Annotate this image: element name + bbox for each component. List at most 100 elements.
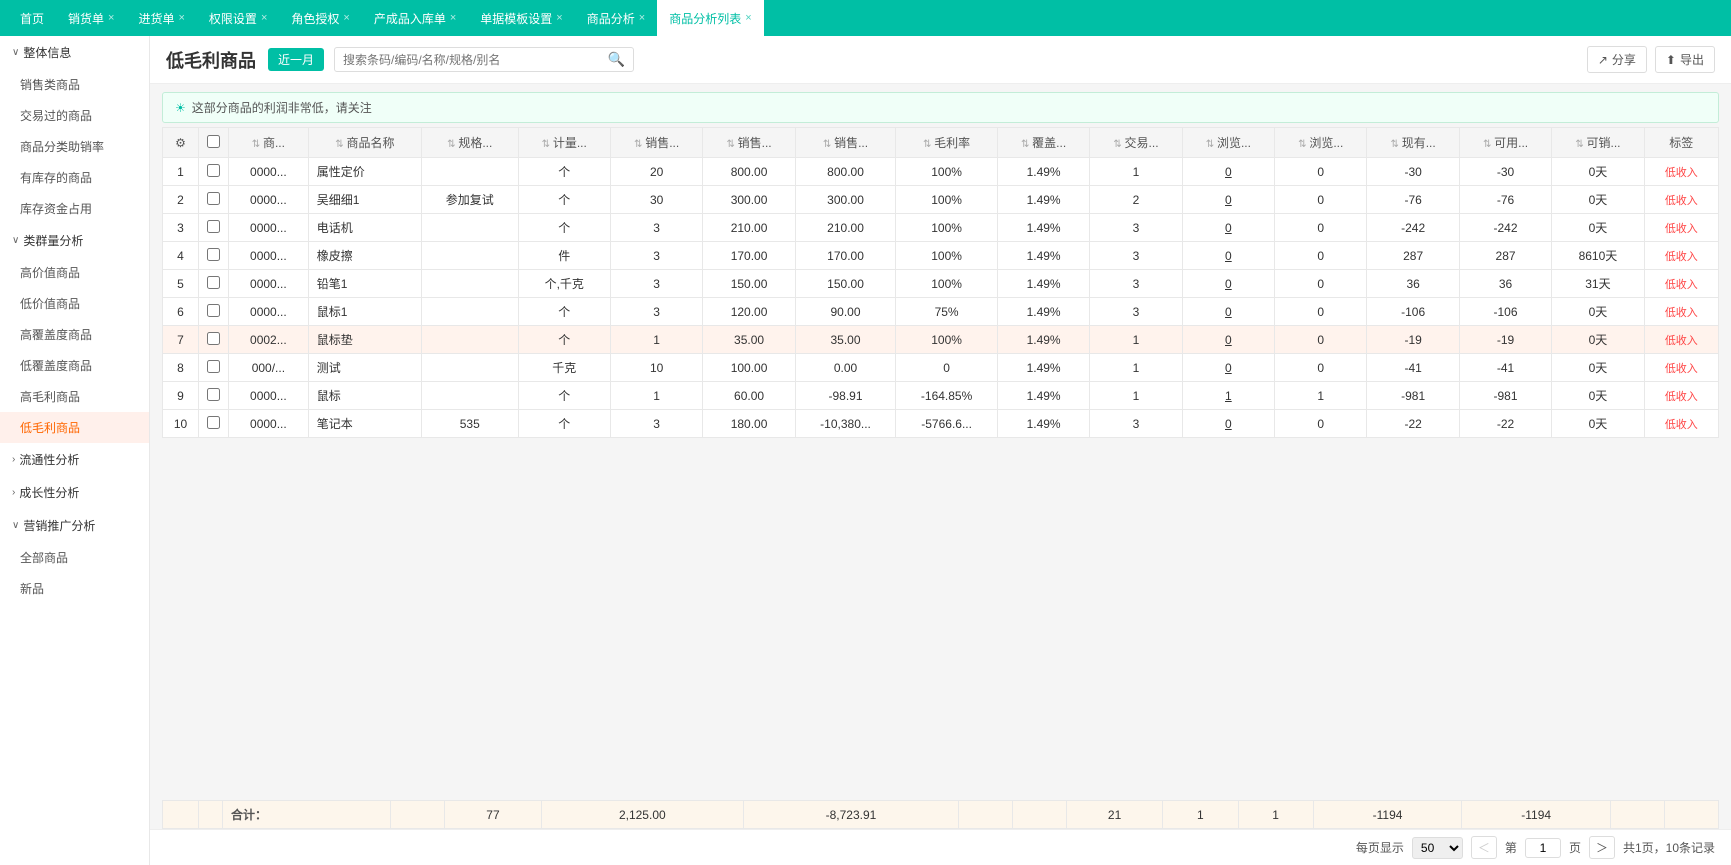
search-icon[interactable]: 🔍: [608, 51, 625, 68]
sidebar-item-low-value[interactable]: 低价值商品: [0, 288, 149, 319]
row-checkbox[interactable]: [199, 242, 229, 270]
th-stock2[interactable]: 可用...: [1459, 128, 1551, 158]
sidebar-item-low-coverage[interactable]: 低覆盖度商品: [0, 350, 149, 381]
sidebar-item-high-coverage[interactable]: 高覆盖度商品: [0, 319, 149, 350]
table-row: 3 0000... 电话机 个 3 210.00 210.00 100% 1.4…: [163, 214, 1719, 242]
row-sale1: 1: [610, 382, 702, 410]
row-checkbox[interactable]: [199, 298, 229, 326]
share-button[interactable]: ↗ 分享: [1587, 46, 1647, 73]
th-settings[interactable]: ⚙: [163, 128, 199, 158]
close-icon[interactable]: ×: [261, 12, 267, 24]
th-days[interactable]: 可销...: [1552, 128, 1644, 158]
th-sale3[interactable]: 销售...: [795, 128, 896, 158]
footer-tag: [1664, 801, 1718, 829]
close-icon[interactable]: ×: [343, 12, 349, 24]
row-no: 10: [163, 410, 199, 438]
sidebar-item-high-value[interactable]: 高价值商品: [0, 257, 149, 288]
row-days: 8610天: [1552, 242, 1644, 270]
prev-page-button[interactable]: ＜: [1471, 836, 1497, 859]
nav-item-product-analysis[interactable]: 商品分析 ×: [575, 0, 657, 36]
sidebar-item-category-sales-rate[interactable]: 商品分类助销率: [0, 131, 149, 162]
nav-item-roles[interactable]: 角色授权 ×: [279, 0, 361, 36]
row-spec: 535: [421, 410, 518, 438]
th-coverage[interactable]: 覆盖...: [997, 128, 1089, 158]
row-checkbox[interactable]: [199, 186, 229, 214]
export-button[interactable]: ⬆ 导出: [1655, 46, 1715, 73]
sidebar-item-all-products[interactable]: 全部商品: [0, 542, 149, 573]
page-size-select[interactable]: 50 100 200: [1412, 837, 1463, 859]
total-records-label: 共1页，10条记录: [1623, 839, 1715, 856]
sidebar-item-sales-products[interactable]: 销售类商品: [0, 69, 149, 100]
nav-item-home[interactable]: 首页: [8, 0, 56, 36]
row-browse1: 0: [1182, 410, 1274, 438]
sidebar-item-traded-products[interactable]: 交易过的商品: [0, 100, 149, 131]
row-no: 4: [163, 242, 199, 270]
close-icon[interactable]: ×: [745, 12, 751, 24]
table-footer-wrap: 合计： 77 2,125.00 -8,723.91 21 1 1 -1194 -…: [150, 800, 1731, 829]
close-icon[interactable]: ×: [556, 12, 562, 24]
sidebar-item-new-products[interactable]: 新品: [0, 573, 149, 604]
current-page-input[interactable]: [1525, 838, 1561, 858]
select-all-checkbox[interactable]: [207, 135, 220, 148]
row-stock2: -76: [1459, 186, 1551, 214]
close-icon[interactable]: ×: [178, 12, 184, 24]
close-icon[interactable]: ×: [639, 12, 645, 24]
page-header: 低毛利商品 近一月 🔍 ↗ 分享 ⬆ 导出: [150, 36, 1731, 84]
th-code[interactable]: 商...: [229, 128, 309, 158]
row-spec: [421, 242, 518, 270]
date-filter-button[interactable]: 近一月: [268, 48, 324, 71]
chevron-down-icon: ∨: [12, 235, 19, 246]
row-stock2: -41: [1459, 354, 1551, 382]
row-checkbox[interactable]: [199, 326, 229, 354]
row-checkbox[interactable]: [199, 214, 229, 242]
th-browse2[interactable]: 浏览...: [1275, 128, 1367, 158]
nav-item-permissions[interactable]: 权限设置 ×: [197, 0, 279, 36]
close-icon[interactable]: ×: [108, 12, 114, 24]
sidebar-item-stock-capital[interactable]: 库存资金占用: [0, 193, 149, 224]
row-checkbox[interactable]: [199, 270, 229, 298]
row-code: 0000...: [229, 242, 309, 270]
nav-item-product-entry[interactable]: 产成品入库单 ×: [362, 0, 468, 36]
row-code: 0000...: [229, 298, 309, 326]
row-sale2: 35.00: [703, 326, 795, 354]
sidebar-section-growth[interactable]: › 成长性分析: [0, 476, 149, 509]
sidebar-section-overview[interactable]: ∨ 整体信息: [0, 36, 149, 69]
sidebar-item-in-stock[interactable]: 有库存的商品: [0, 162, 149, 193]
th-margin[interactable]: 毛利率: [896, 128, 998, 158]
row-no: 2: [163, 186, 199, 214]
row-margin: 75%: [896, 298, 998, 326]
nav-item-template[interactable]: 单据模板设置 ×: [468, 0, 574, 36]
row-sale3: -98.91: [795, 382, 896, 410]
sidebar-section-cluster[interactable]: ∨ 类群量分析: [0, 224, 149, 257]
th-name[interactable]: 商品名称: [308, 128, 421, 158]
search-input[interactable]: [343, 53, 608, 67]
row-sale1: 3: [610, 214, 702, 242]
row-checkbox[interactable]: [199, 410, 229, 438]
sidebar-section-liquidity[interactable]: › 流通性分析: [0, 443, 149, 476]
nav-item-product-analysis-list[interactable]: 商品分析列表 ×: [657, 0, 763, 36]
th-sale2[interactable]: 销售...: [703, 128, 795, 158]
sidebar-item-low-margin[interactable]: 低毛利商品: [0, 412, 149, 443]
row-checkbox[interactable]: [199, 354, 229, 382]
sidebar-item-high-margin[interactable]: 高毛利商品: [0, 381, 149, 412]
row-no: 7: [163, 326, 199, 354]
nav-item-sales[interactable]: 销货单 ×: [56, 0, 126, 36]
nav-item-purchase[interactable]: 进货单 ×: [126, 0, 196, 36]
row-checkbox[interactable]: [199, 382, 229, 410]
th-stock1[interactable]: 现有...: [1367, 128, 1459, 158]
th-browse1[interactable]: 浏览...: [1182, 128, 1274, 158]
sidebar-section-marketing[interactable]: ∨ 营销推广分析: [0, 509, 149, 542]
close-icon[interactable]: ×: [450, 12, 456, 24]
th-spec[interactable]: 规格...: [421, 128, 518, 158]
row-checkbox[interactable]: [199, 158, 229, 186]
table-container[interactable]: ⚙ 商... 商品名称 规格... 计量... 销售... 销售... 销售..…: [150, 127, 1731, 800]
row-sale2: 60.00: [703, 382, 795, 410]
th-sale1[interactable]: 销售...: [610, 128, 702, 158]
next-page-button[interactable]: ＞: [1589, 836, 1615, 859]
row-name: 鼠标1: [308, 298, 421, 326]
footer-trade: 21: [1066, 801, 1162, 829]
th-unit[interactable]: 计量...: [518, 128, 610, 158]
th-trade[interactable]: 交易...: [1090, 128, 1182, 158]
chevron-right-icon: ›: [12, 454, 15, 465]
th-checkbox[interactable]: [199, 128, 229, 158]
